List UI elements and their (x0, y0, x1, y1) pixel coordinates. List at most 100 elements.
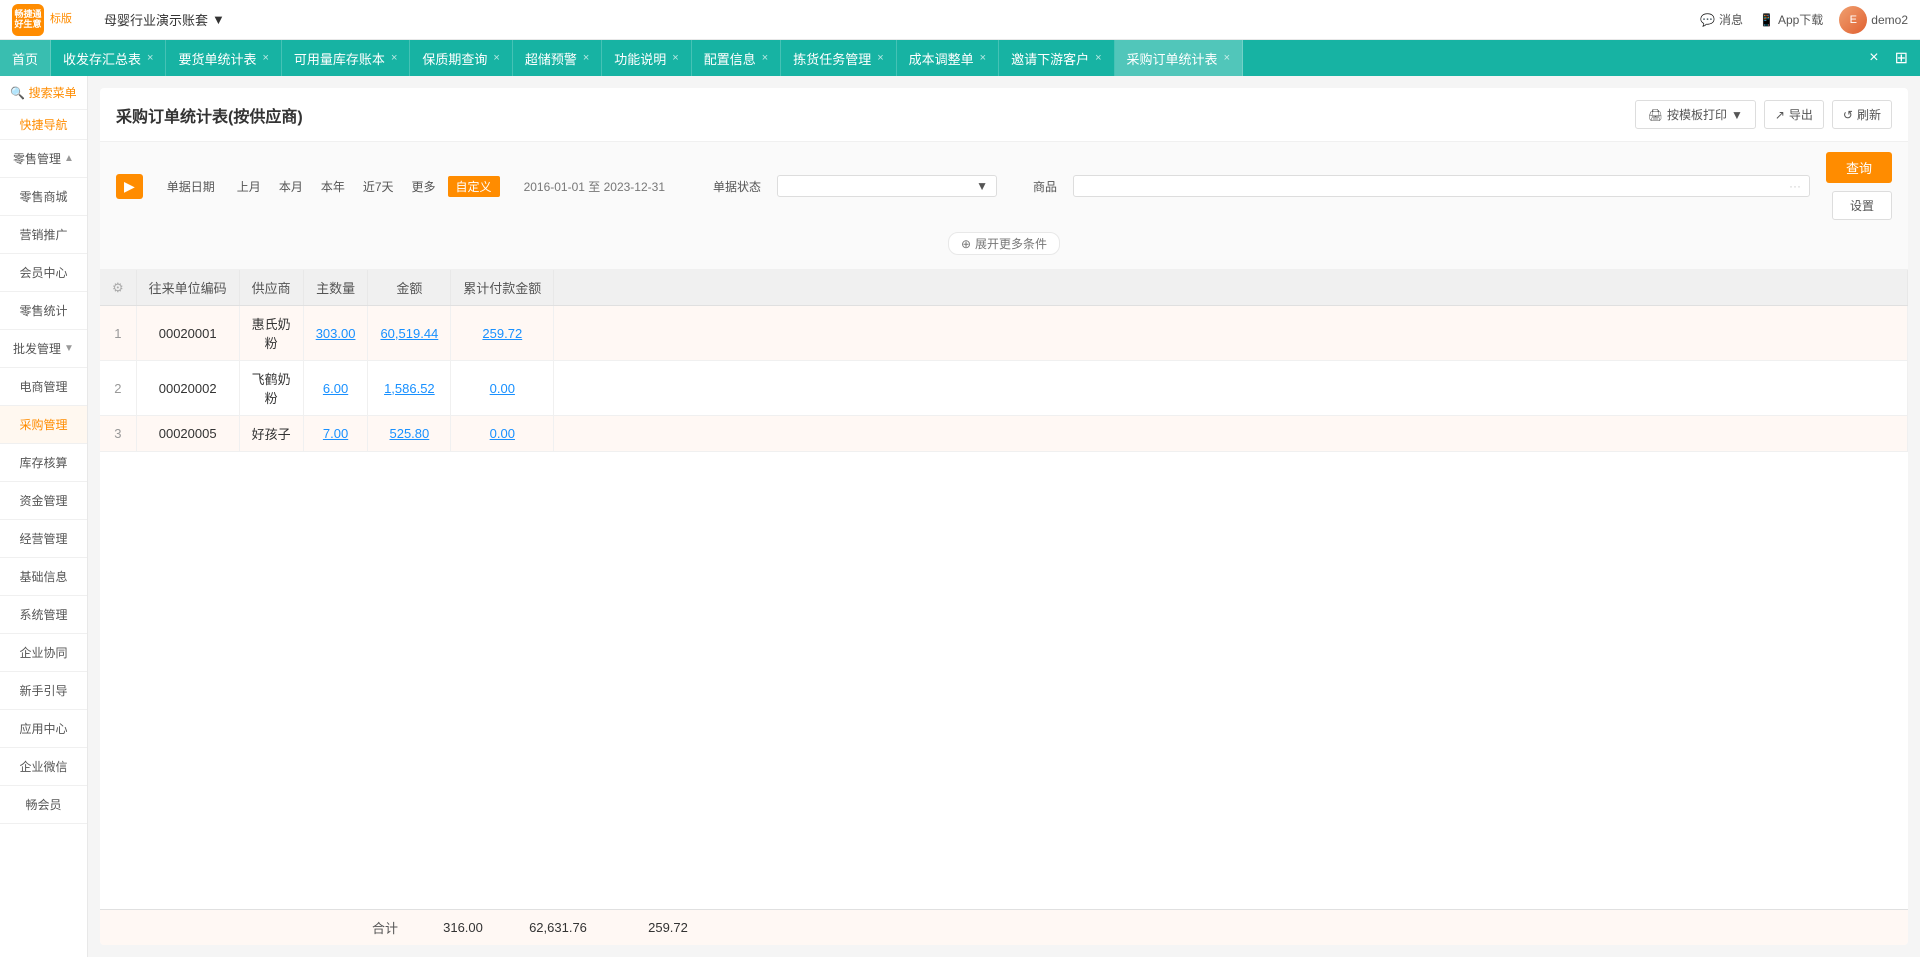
sidebar-item-lingshoutj-label: 零售统计 (19, 302, 67, 319)
tab-gongneng-label: 功能说明 (614, 49, 666, 68)
sidebar-item-lingshouguan-label: 零售管理 (13, 150, 61, 167)
col-settings-icon[interactable]: ⚙ (112, 280, 124, 295)
tab-yaoqing[interactable]: 邀请下游客户 × (999, 40, 1114, 76)
app-download-btn[interactable]: 📱 App下载 (1759, 11, 1823, 28)
sidebar-item-dianshang-label: 电商管理 (19, 378, 67, 395)
col-settings[interactable]: ⚙ (100, 270, 136, 306)
sidebar-item-huiyuan[interactable]: 会员中心 (0, 254, 87, 292)
refresh-button[interactable]: ↺ 刷新 (1832, 100, 1892, 129)
row-amount[interactable]: 525.80 (368, 416, 451, 452)
nav-restore-btn[interactable]: ⊞ (1891, 46, 1912, 70)
date-opt-lastmonth[interactable]: 上月 (231, 176, 267, 197)
goods-filter-label: 商品 (1033, 178, 1057, 195)
sidebar-search-label: 搜索菜单 (29, 86, 77, 100)
table-footer: 合计 316.00 62,631.76 259.72 (100, 909, 1908, 945)
sidebar-item-jingying[interactable]: 经营管理 (0, 520, 87, 558)
tab-shoufa-close[interactable]: × (147, 52, 153, 64)
col-supplier: 供应商 (239, 270, 303, 306)
row-paid[interactable]: 259.72 (451, 306, 554, 361)
sidebar-item-xinshou[interactable]: 新手引导 (0, 672, 87, 710)
row-amount[interactable]: 60,519.44 (368, 306, 451, 361)
tab-baozhiqi-close[interactable]: × (493, 52, 499, 64)
tab-yaoqing-close[interactable]: × (1095, 52, 1101, 64)
sidebar-search[interactable]: 🔍 搜索菜单 (0, 76, 87, 110)
sidebar-item-lingshoucheng[interactable]: 零售商城 (0, 178, 87, 216)
row-qty[interactable]: 7.00 (303, 416, 368, 452)
footer-paid: 259.72 (608, 920, 728, 935)
sidebar-item-yingxiao[interactable]: 营销推广 (0, 216, 87, 254)
sidebar-item-caigou[interactable]: 采购管理 (0, 406, 87, 444)
sidebar-item-jichu-label: 基础信息 (19, 568, 67, 585)
tab-chenben-close[interactable]: × (980, 52, 986, 64)
col-code: 往来单位编码 (136, 270, 239, 306)
date-opt-thisyear[interactable]: 本年 (315, 176, 351, 197)
message-btn[interactable]: 💬 消息 (1700, 11, 1743, 28)
tab-baozhiqi[interactable]: 保质期查询 × (410, 40, 512, 76)
user-profile[interactable]: E demo2 (1839, 6, 1908, 34)
date-opt-7days[interactable]: 近7天 (357, 176, 400, 197)
expand-button[interactable]: ⊕ 展开更多条件 (948, 232, 1060, 255)
sidebar-item-lingshoutj[interactable]: 零售统计 (0, 292, 87, 330)
print-button[interactable]: 🖨 按模板打印 ▼ (1635, 100, 1756, 129)
date-opt-thismonth[interactable]: 本月 (273, 176, 309, 197)
tab-keyongliang-close[interactable]: × (391, 52, 397, 64)
row-code: 00020001 (136, 306, 239, 361)
row-code: 00020002 (136, 361, 239, 416)
expand-label: 展开更多条件 (975, 235, 1047, 252)
tab-keyongliang-label: 可用量库存账本 (294, 49, 385, 68)
tab-caigou-close[interactable]: × (1224, 52, 1230, 64)
sidebar-item-lingshoucheng-label: 零售商城 (19, 188, 67, 205)
row-amount[interactable]: 1,586.52 (368, 361, 451, 416)
tab-home[interactable]: 首页 (0, 40, 51, 76)
goods-input[interactable]: ··· (1073, 175, 1810, 197)
workspace-selector[interactable]: 母婴行业演示账套 ▼ (104, 10, 1688, 29)
sidebar-item-qiyewx[interactable]: 企业微信 (0, 748, 87, 786)
filter-toggle-btn[interactable]: ▶ (116, 174, 143, 199)
sidebar-item-pifaguan[interactable]: 批发管理 ▼ (0, 330, 87, 368)
tab-gongneng-close[interactable]: × (672, 52, 678, 64)
row-qty[interactable]: 303.00 (303, 306, 368, 361)
table-row: 1 00020001 惠氏奶粉 303.00 60,519.44 259.72 (100, 306, 1908, 361)
tab-jianhuo[interactable]: 拣货任务管理 × (781, 40, 896, 76)
sidebar-item-xitong[interactable]: 系统管理 (0, 596, 87, 634)
row-paid[interactable]: 0.00 (451, 416, 554, 452)
tab-yaohuo[interactable]: 要货单统计表 × (166, 40, 281, 76)
tab-yaohuo-label: 要货单统计表 (178, 49, 256, 68)
tab-yaohuo-close[interactable]: × (262, 52, 268, 64)
sidebar-quick-nav[interactable]: 快捷导航 (0, 110, 87, 140)
status-select[interactable]: ▼ (777, 175, 997, 197)
tab-gongneng[interactable]: 功能说明 × (602, 40, 691, 76)
tab-chenben[interactable]: 成本调整单 × (897, 40, 999, 76)
search-icon: 🔍 (10, 86, 25, 100)
sidebar-item-lingshouguan[interactable]: 零售管理 ▲ (0, 140, 87, 178)
tab-caigou[interactable]: 采购订单统计表 × (1115, 40, 1243, 76)
sidebar-item-qiye[interactable]: 企业协同 (0, 634, 87, 672)
sidebar-item-kucun[interactable]: 库存核算 (0, 444, 87, 482)
sidebar-item-zijin[interactable]: 资金管理 (0, 482, 87, 520)
sidebar-item-yingyong[interactable]: 应用中心 (0, 710, 87, 748)
row-num: 2 (100, 361, 136, 416)
settings-button[interactable]: 设置 (1832, 191, 1892, 220)
date-custom-badge[interactable]: 自定义 (448, 176, 500, 197)
row-paid[interactable]: 0.00 (451, 361, 554, 416)
export-button[interactable]: ↗ 导出 (1764, 100, 1824, 129)
row-extra (554, 416, 1908, 452)
nav-close-btn[interactable]: × (1865, 47, 1882, 69)
tab-chaochuyujing-close[interactable]: × (583, 52, 589, 64)
sidebar-item-kucun-label: 库存核算 (19, 454, 67, 471)
sidebar-item-dianshang[interactable]: 电商管理 (0, 368, 87, 406)
sidebar-item-jichu[interactable]: 基础信息 (0, 558, 87, 596)
row-supplier: 飞鹤奶粉 (239, 361, 303, 416)
tab-peizhi-close[interactable]: × (762, 52, 768, 64)
sidebar-item-changhui[interactable]: 畅会员 (0, 786, 87, 824)
tab-shoufa[interactable]: 收发存汇总表 × (51, 40, 166, 76)
content-area: 采购订单统计表(按供应商) 🖨 按模板打印 ▼ ↗ 导出 ↺ 刷新 (88, 76, 1920, 957)
tab-keyongliang[interactable]: 可用量库存账本 × (282, 40, 410, 76)
tab-chaochuyujing[interactable]: 超储预警 × (513, 40, 602, 76)
date-opt-more[interactable]: 更多 (406, 176, 442, 197)
tab-peizhi[interactable]: 配置信息 × (692, 40, 781, 76)
tab-jianhuo-close[interactable]: × (877, 52, 883, 64)
tab-baozhiqi-label: 保质期查询 (422, 49, 487, 68)
query-button[interactable]: 查询 (1826, 152, 1892, 183)
row-qty[interactable]: 6.00 (303, 361, 368, 416)
